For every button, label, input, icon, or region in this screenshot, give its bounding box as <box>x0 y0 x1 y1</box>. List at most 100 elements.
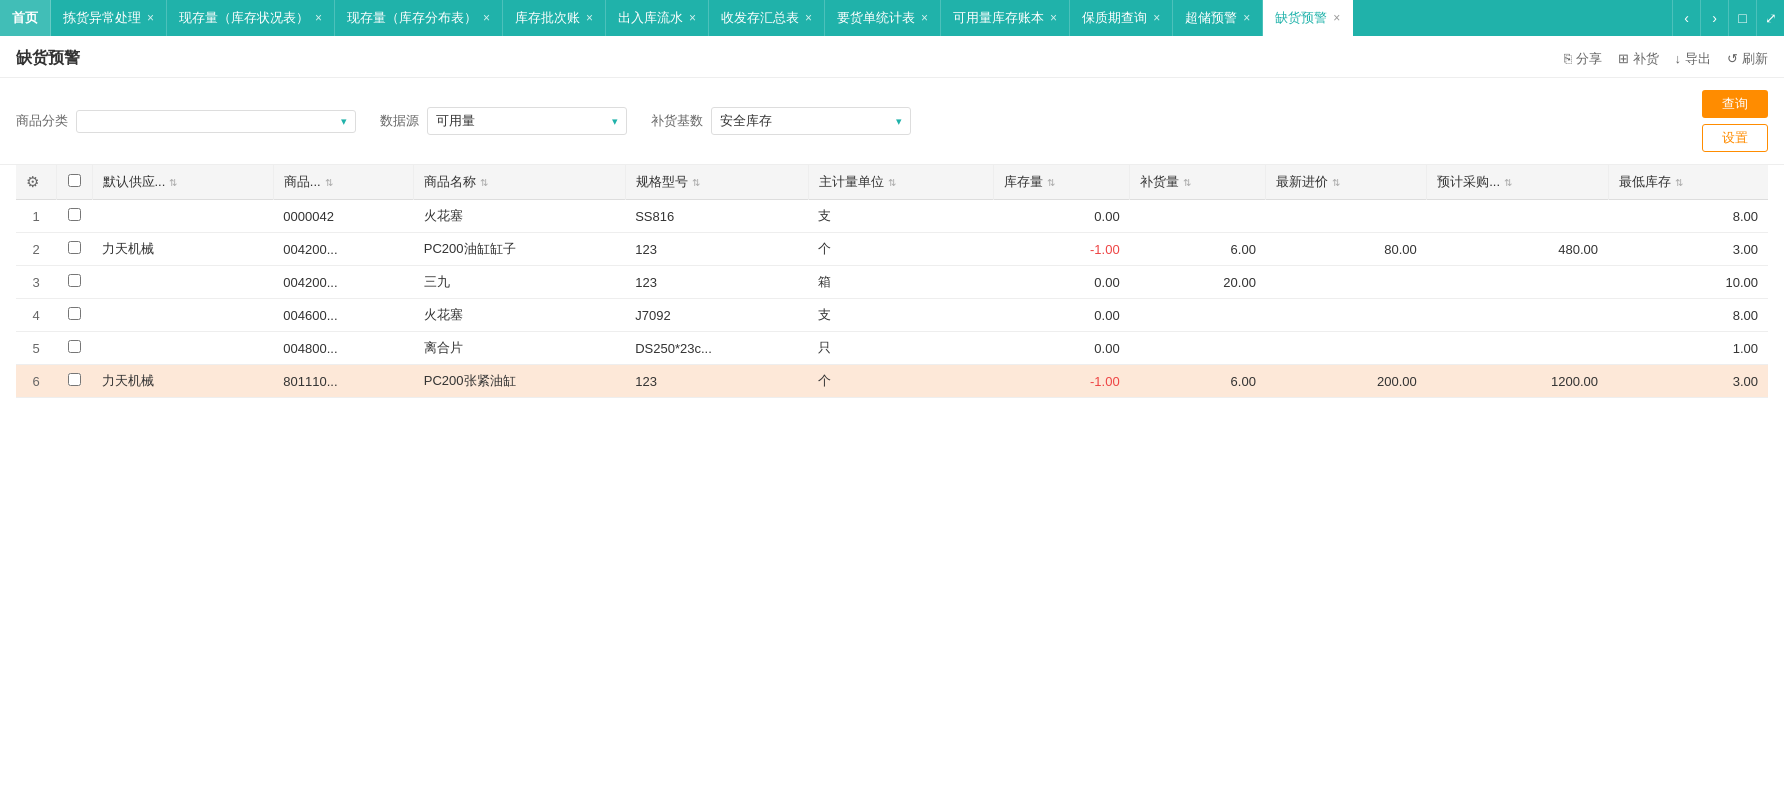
tab-next-btn[interactable]: › <box>1700 0 1728 36</box>
tab-inventory-dist-close[interactable]: × <box>483 11 490 25</box>
cell-unit-5: 只 <box>808 332 993 365</box>
row-num-5: 5 <box>16 332 56 365</box>
data-table: ⚙ 默认供应... ⇅ 商品... ⇅ <box>16 165 1768 398</box>
tab-batch-account[interactable]: 库存批次账 × <box>503 0 606 36</box>
cell-product-name-5: 离合片 <box>414 332 625 365</box>
th-supplier[interactable]: 默认供应... ⇅ <box>92 165 273 200</box>
th-product-code-label: 商品... <box>284 173 321 191</box>
row-select-4[interactable] <box>68 307 81 320</box>
tab-overstock-close[interactable]: × <box>1243 11 1250 25</box>
cell-replenish-6: 6.00 <box>1130 365 1266 398</box>
tab-exception-close[interactable]: × <box>147 11 154 25</box>
cell-product-name-4: 火花塞 <box>414 299 625 332</box>
tab-expiry[interactable]: 保质期查询 × <box>1070 0 1173 36</box>
replenish-base-select[interactable]: 安全库存 ▾ <box>711 107 911 135</box>
th-unit[interactable]: 主计量单位 ⇅ <box>808 165 993 200</box>
replenish-base-value: 安全库存 <box>720 112 772 130</box>
row-checkbox-5[interactable] <box>56 332 92 365</box>
export-icon: ↓ <box>1675 51 1682 66</box>
export-button[interactable]: ↓ 导出 <box>1675 50 1712 68</box>
tab-inventory-dist[interactable]: 现存量（库存分布表） × <box>335 0 503 36</box>
cell-spec-3: 123 <box>625 266 808 299</box>
th-replenish[interactable]: 补货量 ⇅ <box>1130 165 1266 200</box>
product-code-sort-icon: ⇅ <box>325 177 333 188</box>
cell-supplier-2: 力天机械 <box>92 233 273 266</box>
th-est-purchase-label: 预计采购... <box>1437 173 1500 191</box>
datasource-value: 可用量 <box>436 112 475 130</box>
row-checkbox-3[interactable] <box>56 266 92 299</box>
tab-shortage-close[interactable]: × <box>1333 11 1340 25</box>
column-settings-icon[interactable]: ⚙ <box>26 173 39 190</box>
row-checkbox-4[interactable] <box>56 299 92 332</box>
th-settings: ⚙ <box>16 165 56 200</box>
row-num-3: 3 <box>16 266 56 299</box>
cell-min-stock-5: 1.00 <box>1608 332 1768 365</box>
cell-est-purchase-3 <box>1427 266 1608 299</box>
cell-unit-1: 支 <box>808 200 993 233</box>
th-unit-label: 主计量单位 <box>819 173 884 191</box>
replenish-label: 补货 <box>1633 50 1659 68</box>
cell-est-purchase-2: 480.00 <box>1427 233 1608 266</box>
row-num-1: 1 <box>16 200 56 233</box>
category-select[interactable]: ▾ <box>76 110 356 133</box>
row-checkbox-1[interactable] <box>56 200 92 233</box>
datasource-select[interactable]: 可用量 ▾ <box>427 107 627 135</box>
tab-shortage[interactable]: 缺货预警 × <box>1263 0 1353 36</box>
refresh-button[interactable]: ↺ 刷新 <box>1727 50 1768 68</box>
tab-overstock[interactable]: 超储预警 × <box>1173 0 1263 36</box>
page-header: 缺货预警 ⎘ 分享 ⊞ 补货 ↓ 导出 ↺ 刷新 <box>0 36 1784 78</box>
tab-collection-close[interactable]: × <box>805 11 812 25</box>
replenish-base-arrow-icon: ▾ <box>896 115 902 128</box>
row-checkbox-6[interactable] <box>56 365 92 398</box>
tab-order-stats[interactable]: 要货单统计表 × <box>825 0 941 36</box>
row-select-3[interactable] <box>68 274 81 287</box>
tab-inventory-status[interactable]: 现存量（库存状况表） × <box>167 0 335 36</box>
table-row: 6 力天机械 801110... PC200张紧油缸 123 个 -1.00 6… <box>16 365 1768 398</box>
tab-inout-flow[interactable]: 出入库流水 × <box>606 0 709 36</box>
table-row: 5 004800... 离合片 DS250*23c... 只 0.00 1.00 <box>16 332 1768 365</box>
tab-exception[interactable]: 拣货异常处理 × <box>51 0 167 36</box>
th-product-code[interactable]: 商品... ⇅ <box>273 165 413 200</box>
th-stock[interactable]: 库存量 ⇅ <box>993 165 1129 200</box>
tab-prev-btn[interactable]: ‹ <box>1672 0 1700 36</box>
row-select-6[interactable] <box>68 373 81 386</box>
th-est-purchase[interactable]: 预计采购... ⇅ <box>1427 165 1608 200</box>
cell-stock-1: 0.00 <box>993 200 1129 233</box>
cell-replenish-5 <box>1130 332 1266 365</box>
th-product-name[interactable]: 商品名称 ⇅ <box>414 165 625 200</box>
share-button[interactable]: ⎘ 分享 <box>1564 50 1602 68</box>
replenish-button[interactable]: ⊞ 补货 <box>1618 50 1659 68</box>
cell-spec-2: 123 <box>625 233 808 266</box>
row-checkbox-2[interactable] <box>56 233 92 266</box>
tab-order-stats-close[interactable]: × <box>921 11 928 25</box>
settings-button[interactable]: 设置 <box>1702 124 1768 152</box>
tab-available-ledger[interactable]: 可用量库存账本 × <box>941 0 1070 36</box>
tab-available-ledger-close[interactable]: × <box>1050 11 1057 25</box>
tab-expiry-label: 保质期查询 <box>1082 9 1147 27</box>
share-label: 分享 <box>1576 50 1602 68</box>
tab-inout-flow-close[interactable]: × <box>689 11 696 25</box>
tab-batch-account-label: 库存批次账 <box>515 9 580 27</box>
tab-fullscreen-btn[interactable]: ⤢ <box>1756 0 1784 36</box>
th-min-stock[interactable]: 最低库存 ⇅ <box>1608 165 1768 200</box>
est-purchase-sort-icon: ⇅ <box>1504 177 1512 188</box>
tab-window-btn[interactable]: □ <box>1728 0 1756 36</box>
select-all-checkbox[interactable] <box>68 174 81 187</box>
cell-supplier-6: 力天机械 <box>92 365 273 398</box>
cell-replenish-2: 6.00 <box>1130 233 1266 266</box>
unit-sort-icon: ⇅ <box>888 177 896 188</box>
th-spec[interactable]: 规格型号 ⇅ <box>625 165 808 200</box>
query-button[interactable]: 查询 <box>1702 90 1768 118</box>
row-select-1[interactable] <box>68 208 81 221</box>
tab-inventory-status-close[interactable]: × <box>315 11 322 25</box>
row-select-2[interactable] <box>68 241 81 254</box>
tab-home[interactable]: 首页 <box>0 0 51 36</box>
cell-product-code-6: 801110... <box>273 365 413 398</box>
tab-batch-account-close[interactable]: × <box>586 11 593 25</box>
tab-expiry-close[interactable]: × <box>1153 11 1160 25</box>
tab-collection[interactable]: 收发存汇总表 × <box>709 0 825 36</box>
tab-inout-flow-label: 出入库流水 <box>618 9 683 27</box>
th-latest-price[interactable]: 最新进价 ⇅ <box>1266 165 1427 200</box>
row-select-5[interactable] <box>68 340 81 353</box>
tab-available-ledger-label: 可用量库存账本 <box>953 9 1044 27</box>
